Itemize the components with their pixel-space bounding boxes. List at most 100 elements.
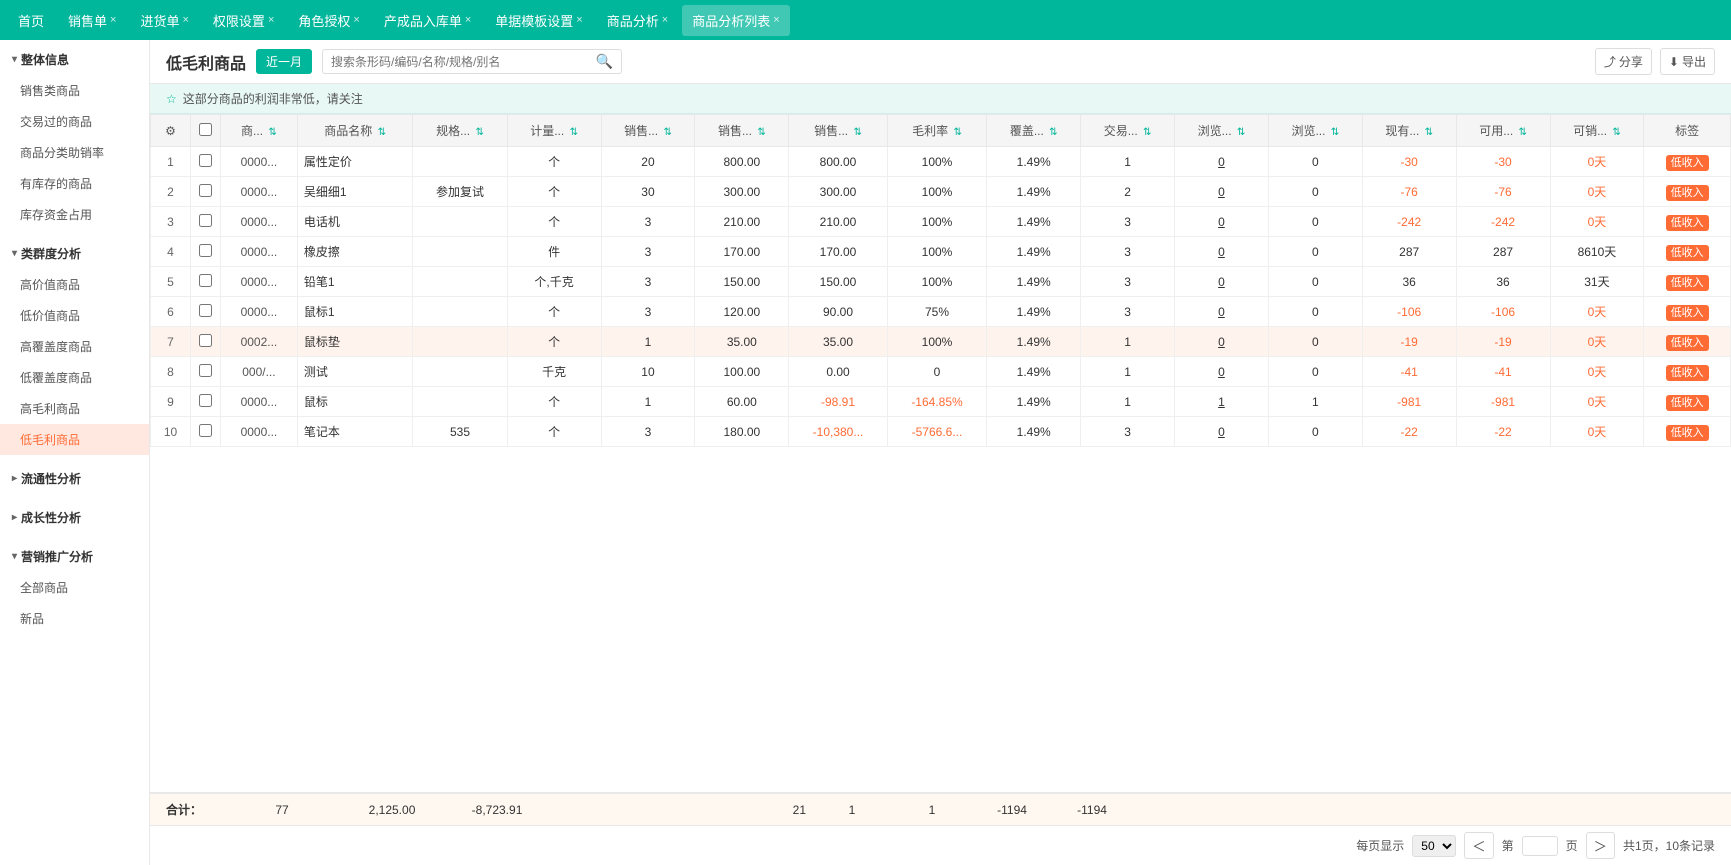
row-checkbox[interactable] (191, 237, 221, 267)
sidebar-item-stock-capital[interactable]: 库存资金占用 (0, 199, 149, 230)
row-browse1[interactable]: 1 (1175, 387, 1269, 417)
sidebar-item-low-value[interactable]: 低价值商品 (0, 300, 149, 331)
nav-purchase-order[interactable]: 进货单 × (130, 5, 198, 36)
code-col-header[interactable]: 商... ⇅ (221, 115, 298, 147)
checkbox-col-header[interactable] (191, 115, 221, 147)
row-checkbox[interactable] (191, 147, 221, 177)
row-name[interactable]: 橡皮擦 (297, 237, 413, 267)
avail-stock-col-header[interactable]: 可用... ⇅ (1456, 115, 1550, 147)
nav-template-setting[interactable]: 单据模板设置 × (485, 5, 592, 36)
nav-close-template[interactable]: × (576, 14, 582, 26)
row-name[interactable]: 鼠标 (297, 387, 413, 417)
row-browse1[interactable]: 0 (1175, 267, 1269, 297)
sidebar-item-traded-goods[interactable]: 交易过的商品 (0, 106, 149, 137)
coverage-col-header[interactable]: 覆盖... ⇅ (987, 115, 1081, 147)
nav-sales-order[interactable]: 销售单 × (58, 5, 126, 36)
nav-close-permission[interactable]: × (268, 14, 274, 26)
row-select-checkbox[interactable] (199, 274, 212, 287)
row-select-checkbox[interactable] (199, 244, 212, 257)
trade-count-col-header[interactable]: 交易... ⇅ (1081, 115, 1175, 147)
sale-amt-col-header[interactable]: 销售... ⇅ (695, 115, 789, 147)
row-select-checkbox[interactable] (199, 214, 212, 227)
sidebar-item-high-profit[interactable]: 高毛利商品 (0, 393, 149, 424)
nav-close-purchase[interactable]: × (182, 14, 188, 26)
row-name[interactable]: 鼠标垫 (297, 327, 413, 357)
row-name[interactable]: 电话机 (297, 207, 413, 237)
row-name[interactable]: 铅笔1 (297, 267, 413, 297)
row-checkbox[interactable] (191, 267, 221, 297)
row-browse1[interactable]: 0 (1175, 237, 1269, 267)
nav-close-inbound[interactable]: × (465, 14, 471, 26)
row-checkbox[interactable] (191, 177, 221, 207)
spec-col-header[interactable]: 规格... ⇅ (413, 115, 507, 147)
sidebar-group-cluster[interactable]: ▾ 类群度分析 (0, 238, 149, 269)
sidebar-item-sale-goods[interactable]: 销售类商品 (0, 75, 149, 106)
row-browse1[interactable]: 0 (1175, 147, 1269, 177)
row-browse1[interactable]: 0 (1175, 177, 1269, 207)
sidebar-item-new-goods[interactable]: 新品 (0, 603, 149, 634)
page-size-select[interactable]: 50 (1412, 835, 1456, 857)
row-select-checkbox[interactable] (199, 154, 212, 167)
gross-rate-col-header[interactable]: 毛利率 ⇅ (887, 115, 987, 147)
share-button[interactable]: ⤴ 分享 (1595, 48, 1652, 75)
name-col-header[interactable]: 商品名称 ⇅ (297, 115, 413, 147)
sidebar-item-low-profit[interactable]: 低毛利商品 (0, 424, 149, 455)
sidebar-group-overall[interactable]: ▾ 整体信息 (0, 44, 149, 75)
time-filter-button[interactable]: 近一月 (256, 49, 312, 74)
row-checkbox[interactable] (191, 327, 221, 357)
row-select-checkbox[interactable] (199, 334, 212, 347)
row-browse1[interactable]: 0 (1175, 207, 1269, 237)
row-select-checkbox[interactable] (199, 424, 212, 437)
row-browse1[interactable]: 0 (1175, 357, 1269, 387)
sidebar-item-high-value[interactable]: 高价值商品 (0, 269, 149, 300)
sidebar-item-category-rate[interactable]: 商品分类助销率 (0, 137, 149, 168)
row-checkbox[interactable] (191, 207, 221, 237)
row-browse1[interactable]: 0 (1175, 297, 1269, 327)
sidebar-item-high-coverage[interactable]: 高覆盖度商品 (0, 331, 149, 362)
row-name[interactable]: 鼠标1 (297, 297, 413, 327)
nav-role-auth[interactable]: 角色授权 × (288, 5, 369, 36)
sidebar-item-low-coverage[interactable]: 低覆盖度商品 (0, 362, 149, 393)
row-select-checkbox[interactable] (199, 184, 212, 197)
search-icon[interactable]: 🔍 (596, 53, 613, 70)
row-browse1[interactable]: 0 (1175, 327, 1269, 357)
browse1-col-header[interactable]: 浏览... ⇅ (1175, 115, 1269, 147)
row-browse1[interactable]: 0 (1175, 417, 1269, 447)
nav-close-role[interactable]: × (353, 14, 359, 26)
sale-profit-col-header[interactable]: 销售... ⇅ (789, 115, 887, 147)
sale-qty-col-header[interactable]: 销售... ⇅ (601, 115, 695, 147)
row-name[interactable]: 吴细细1 (297, 177, 413, 207)
row-name[interactable]: 笔记本 (297, 417, 413, 447)
sidebar-item-all-goods[interactable]: 全部商品 (0, 572, 149, 603)
saleable-days-col-header[interactable]: 可销... ⇅ (1550, 115, 1644, 147)
nav-close-sales[interactable]: × (110, 14, 116, 26)
nav-product-analysis[interactable]: 商品分析 × (597, 5, 678, 36)
row-checkbox[interactable] (191, 387, 221, 417)
select-all-checkbox[interactable] (199, 123, 212, 136)
browse2-col-header[interactable]: 浏览... ⇅ (1268, 115, 1362, 147)
row-select-checkbox[interactable] (199, 364, 212, 377)
page-number-input[interactable]: 1 (1522, 836, 1558, 856)
current-stock-col-header[interactable]: 现有... ⇅ (1362, 115, 1456, 147)
nav-product-inbound[interactable]: 产成品入库单 × (374, 5, 481, 36)
nav-permission-setting[interactable]: 权限设置 × (203, 5, 284, 36)
row-checkbox[interactable] (191, 297, 221, 327)
row-select-checkbox[interactable] (199, 394, 212, 407)
next-page-button[interactable]: ＞ (1586, 832, 1615, 859)
settings-col-header[interactable]: ⚙ (151, 115, 191, 147)
sidebar-group-growth[interactable]: ▸ 成长性分析 (0, 502, 149, 533)
nav-close-analysis[interactable]: × (662, 14, 668, 26)
nav-product-analysis-list[interactable]: 商品分析列表 × (682, 5, 789, 36)
sidebar-group-circulation[interactable]: ▸ 流通性分析 (0, 463, 149, 494)
row-name[interactable]: 测试 (297, 357, 413, 387)
sidebar-group-marketing[interactable]: ▾ 营销推广分析 (0, 541, 149, 572)
nav-close-analysis-list[interactable]: × (773, 14, 779, 26)
sidebar-item-stock-goods[interactable]: 有库存的商品 (0, 168, 149, 199)
prev-page-button[interactable]: ＜ (1464, 832, 1493, 859)
row-select-checkbox[interactable] (199, 304, 212, 317)
row-checkbox[interactable] (191, 357, 221, 387)
search-input[interactable] (331, 55, 596, 69)
row-checkbox[interactable] (191, 417, 221, 447)
nav-home[interactable]: 首页 (8, 5, 54, 36)
unit-col-header[interactable]: 计量... ⇅ (507, 115, 601, 147)
